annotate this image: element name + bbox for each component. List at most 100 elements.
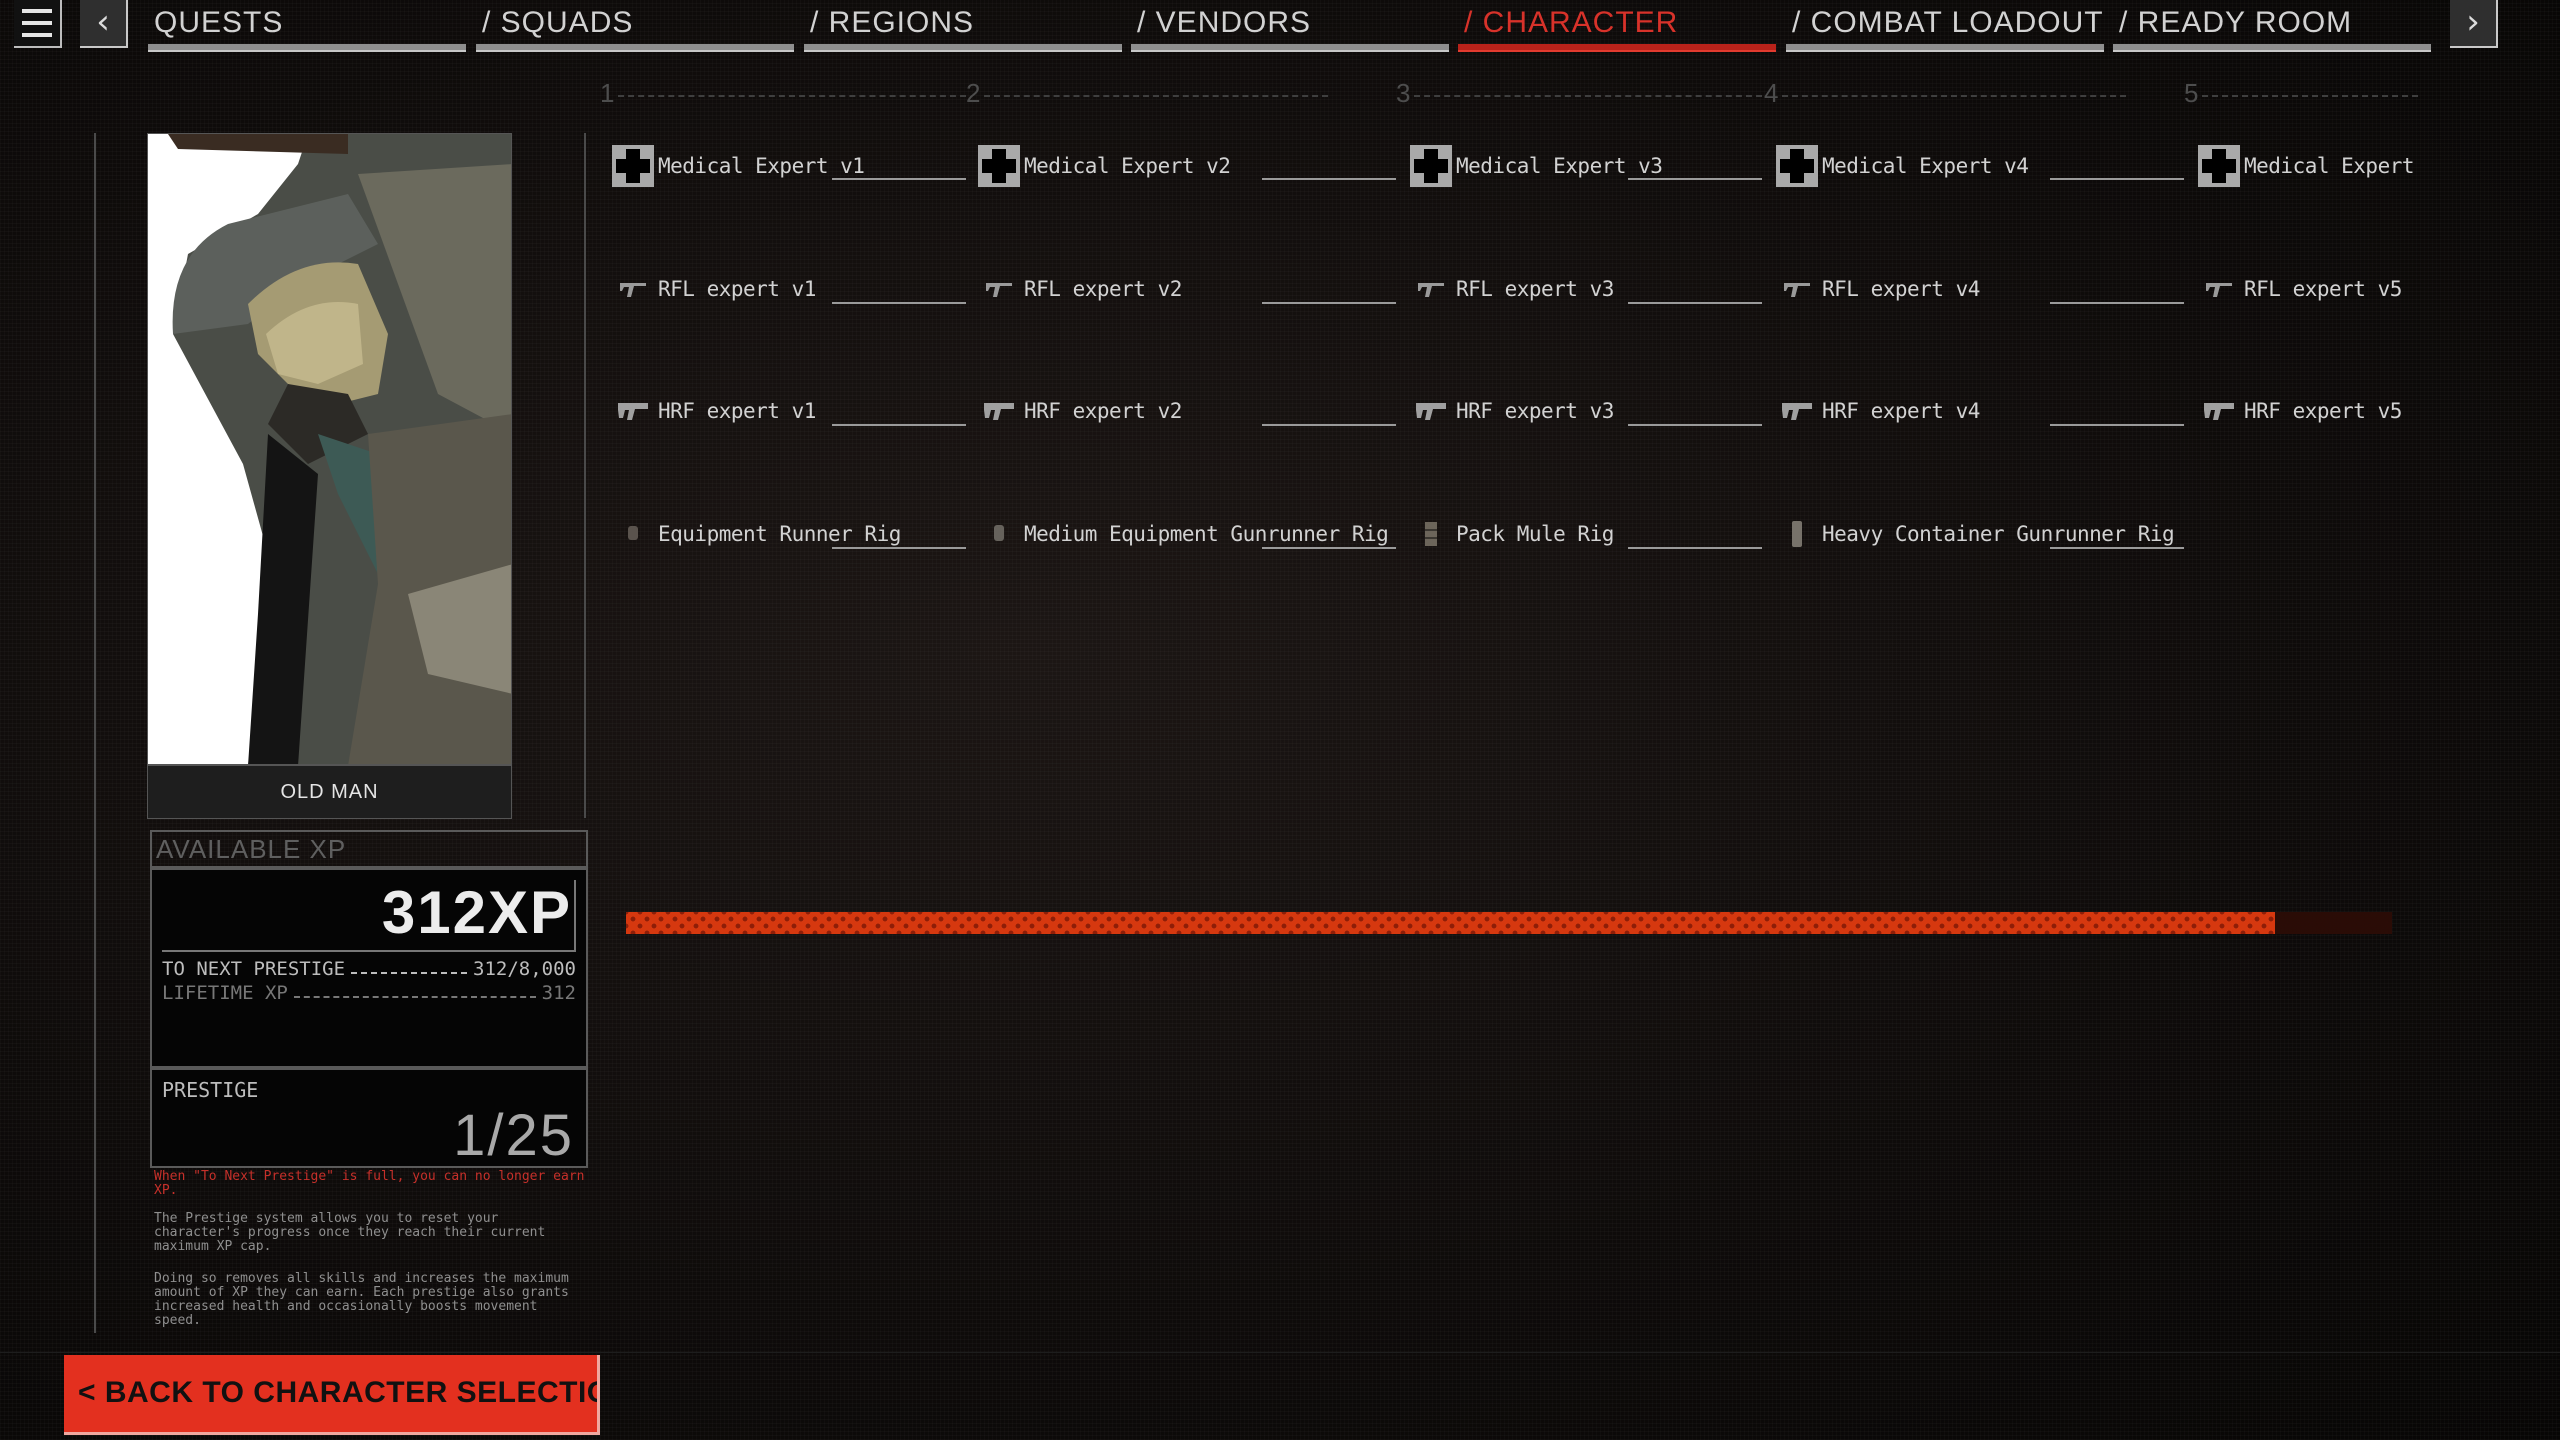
skill-connector	[2050, 424, 2184, 426]
tab-vendors[interactable]: / VENDORS	[1131, 0, 1449, 54]
skill-name: Medical Expert v4	[1822, 154, 2029, 178]
skill-hrf-expert-v5[interactable]: HRF expert v5	[2198, 389, 2402, 433]
skill-medical-expert-v2[interactable]: Medical Expert v2	[978, 144, 1231, 188]
rifle-icon	[612, 268, 654, 310]
tier-number: 2	[966, 78, 981, 108]
available-xp-label: AVAILABLE XP	[150, 830, 588, 868]
skill-connector	[832, 424, 966, 426]
skill-name: HRF expert v3	[1456, 399, 1614, 423]
prestige-label: PRESTIGE	[162, 1078, 259, 1102]
skill-medical-expert-v5[interactable]: Medical Expert	[2198, 144, 2415, 188]
skill-rfl-expert-v4[interactable]: RFL expert v4	[1776, 267, 1980, 311]
skill-name: RFL expert v5	[2244, 277, 2402, 301]
skill-hrf-expert-v1[interactable]: HRF expert v1	[612, 389, 816, 433]
skill-connector	[1262, 547, 1396, 549]
tab-underline	[1458, 44, 1776, 52]
skill-medium-equipment-gunrunner-rig[interactable]: Medium Equipment Gunrunner Rig	[978, 512, 1389, 556]
medical-cross-icon	[2198, 145, 2240, 187]
old-man-illustration	[148, 134, 511, 764]
leader-dots	[293, 982, 536, 998]
available-xp-value: 312XP	[381, 879, 572, 946]
tab-combat-loadout[interactable]: / COMBAT LOADOUT	[1786, 0, 2104, 54]
tab-underline	[476, 44, 794, 52]
rifle-icon	[1776, 268, 1818, 310]
skill-name: RFL expert v2	[1024, 277, 1182, 301]
skill-rfl-expert-v5[interactable]: RFL expert v5	[2198, 267, 2402, 311]
tab-squads[interactable]: / SQUADS	[476, 0, 794, 54]
skill-name: RFL expert v3	[1456, 277, 1614, 301]
skill-hrf-expert-v2[interactable]: HRF expert v2	[978, 389, 1182, 433]
skill-name: RFL expert v1	[658, 277, 816, 301]
main-menu-button[interactable]	[14, 0, 62, 48]
skill-connector	[1628, 178, 1762, 180]
skill-hrf-expert-v3[interactable]: HRF expert v3	[1410, 389, 1614, 433]
tab-label: / CHARACTER	[1464, 6, 1679, 39]
skill-connector	[1628, 547, 1762, 549]
skill-connector	[2050, 302, 2184, 304]
nav-prev-button[interactable]: ‹	[80, 0, 128, 48]
prestige-box: PRESTIGE 1/25	[150, 1068, 588, 1168]
skill-medical-expert-v4[interactable]: Medical Expert v4	[1776, 144, 2029, 188]
panel-divider	[584, 133, 586, 818]
tab-quests[interactable]: QUESTS	[148, 0, 466, 54]
chevron-right-icon: ›	[2466, 2, 2480, 42]
nav-next-button[interactable]: ›	[2450, 0, 2498, 48]
skill-connector	[832, 178, 966, 180]
tier-divider	[2202, 95, 2418, 97]
rig-icon	[978, 513, 1020, 555]
skill-connector	[2050, 178, 2184, 180]
tab-label: / REGIONS	[810, 6, 975, 39]
prestige-value: 1/25	[453, 1103, 574, 1168]
tab-label: / COMBAT LOADOUT	[1792, 6, 2104, 39]
skill-rfl-expert-v1[interactable]: RFL expert v1	[612, 267, 816, 311]
skill-name: Equipment Runner Rig	[658, 522, 901, 546]
hamburger-menu-icon-bar	[22, 33, 52, 37]
leader-dots	[351, 958, 468, 974]
rifle-icon	[1410, 268, 1452, 310]
skill-connector	[1628, 302, 1762, 304]
rifle-icon	[2198, 268, 2240, 310]
tab-label: / SQUADS	[482, 6, 634, 39]
skill-medical-expert-v3[interactable]: Medical Expert v3	[1410, 144, 1663, 188]
heavy-rifle-icon	[978, 390, 1020, 432]
tab-regions[interactable]: / REGIONS	[804, 0, 1122, 54]
skill-name: HRF expert v2	[1024, 399, 1182, 423]
tab-underline	[148, 44, 466, 52]
tier-divider	[1782, 95, 2126, 97]
skill-connector	[1262, 424, 1396, 426]
tab-ready-room[interactable]: / READY ROOM	[2113, 0, 2431, 54]
skill-heavy-container-gunrunner-rig[interactable]: Heavy Container Gunrunner Rig	[1776, 512, 2175, 556]
rig-icon	[1410, 513, 1452, 555]
heavy-rifle-icon	[612, 390, 654, 432]
skill-pack-mule-rig[interactable]: Pack Mule Rig	[1410, 512, 1614, 556]
tab-label: / READY ROOM	[2119, 6, 2353, 39]
lifetime-xp-label: LIFETIME XP	[162, 982, 288, 1004]
back-to-character-selection-button[interactable]: < BACK TO CHARACTER SELECTION	[64, 1355, 600, 1435]
skill-rfl-expert-v3[interactable]: RFL expert v3	[1410, 267, 1614, 311]
skill-hrf-expert-v4[interactable]: HRF expert v4	[1776, 389, 1980, 433]
panel-divider	[94, 133, 96, 1333]
skill-rfl-expert-v2[interactable]: RFL expert v2	[978, 267, 1182, 311]
lifetime-xp-value: 312	[541, 982, 576, 1004]
skill-equipment-runner-rig[interactable]: Equipment Runner Rig	[612, 512, 901, 556]
skill-name: Medical Expert v3	[1456, 154, 1663, 178]
chevron-left-icon: ‹	[96, 2, 110, 42]
tab-underline	[2113, 44, 2431, 52]
rig-icon	[612, 513, 654, 555]
skill-connector	[832, 547, 966, 549]
medical-cross-icon	[978, 145, 1020, 187]
skill-name: Medical Expert v2	[1024, 154, 1231, 178]
heavy-rifle-icon	[1410, 390, 1452, 432]
rifle-icon	[978, 268, 1020, 310]
tab-character[interactable]: / CHARACTER	[1458, 0, 1776, 54]
tab-underline	[804, 44, 1122, 52]
medical-cross-icon	[1776, 145, 1818, 187]
tab-label: QUESTS	[154, 6, 284, 39]
heavy-rifle-icon	[1776, 390, 1818, 432]
to-next-prestige-row: TO NEXT PRESTIGE 312/8,000	[162, 958, 576, 980]
skill-medical-expert-v1[interactable]: Medical Expert v1	[612, 144, 865, 188]
tier-divider	[618, 95, 966, 97]
character-portrait	[147, 133, 512, 765]
skill-connector	[832, 302, 966, 304]
skill-connector	[1262, 178, 1396, 180]
